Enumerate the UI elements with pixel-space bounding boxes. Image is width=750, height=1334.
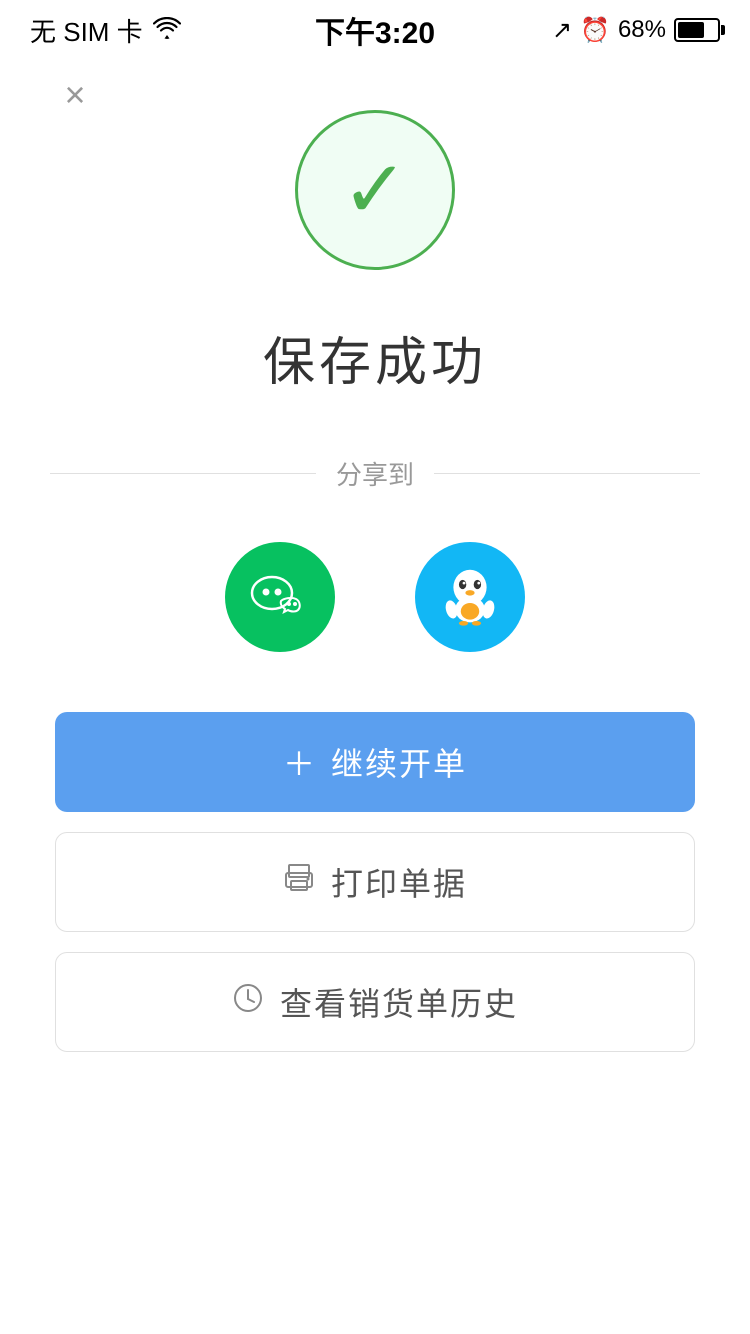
wifi-icon <box>153 15 181 46</box>
no-sim-text: 无 SIM 卡 <box>30 12 143 49</box>
history-icon <box>232 982 264 1022</box>
continue-button[interactable]: ＋ 继续开单 <box>55 712 695 812</box>
main-content: ✓ 保存成功 分享到 <box>0 60 750 1052</box>
share-icons <box>225 542 525 652</box>
plus-icon: ＋ <box>283 739 315 785</box>
print-label: 打印单据 <box>331 859 467 905</box>
share-section: 分享到 <box>0 455 750 652</box>
actions: ＋ 继续开单 打印单据 查看销货单历史 <box>55 712 695 1052</box>
share-divider: 分享到 <box>0 455 750 492</box>
history-label: 查看销货单历史 <box>280 979 518 1025</box>
print-button[interactable]: 打印单据 <box>55 832 695 932</box>
wechat-icon <box>248 565 313 630</box>
share-label: 分享到 <box>316 455 434 492</box>
wechat-share-button[interactable] <box>225 542 335 652</box>
success-circle: ✓ <box>295 110 455 270</box>
close-button[interactable]: × <box>50 70 100 120</box>
qq-share-button[interactable] <box>415 542 525 652</box>
battery-percent: 68% <box>618 16 666 44</box>
history-button[interactable]: 查看销货单历史 <box>55 952 695 1052</box>
status-time: 下午3:20 <box>315 8 435 52</box>
status-bar: 无 SIM 卡 下午3:20 ↗ ⏰ 68% <box>0 0 750 60</box>
print-icon <box>283 862 315 902</box>
continue-label: 继续开单 <box>331 739 467 785</box>
status-left: 无 SIM 卡 <box>30 12 181 49</box>
location-icon: ↗ <box>552 16 572 45</box>
close-icon: × <box>64 77 85 113</box>
battery-icon <box>674 18 720 42</box>
status-right: ↗ ⏰ 68% <box>552 16 720 45</box>
alarm-icon: ⏰ <box>580 16 610 45</box>
qq-icon <box>440 567 500 627</box>
success-title: 保存成功 <box>263 320 487 395</box>
checkmark-icon: ✓ <box>341 150 408 230</box>
